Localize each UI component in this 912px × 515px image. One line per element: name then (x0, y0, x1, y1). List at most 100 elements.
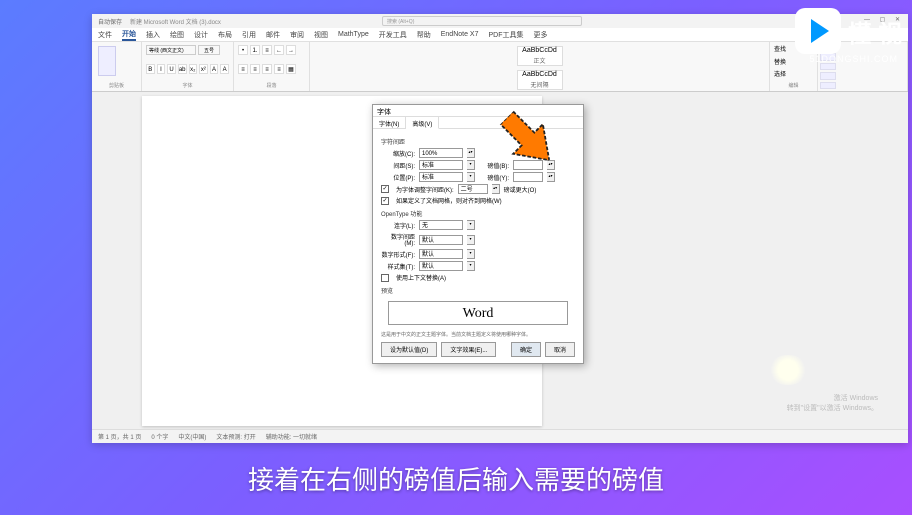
align-right-button[interactable]: ≡ (262, 64, 272, 74)
brand-text: 懂 视 (847, 14, 902, 49)
status-accessibility[interactable]: 辅助功能: 一切就绪 (266, 432, 317, 441)
styleset-dd[interactable]: ▾ (467, 261, 475, 271)
position-select[interactable]: 标准 (419, 172, 463, 182)
status-lang[interactable]: 中文(中国) (178, 432, 206, 441)
font-name-select[interactable]: 等线 (西文正文) (146, 45, 196, 55)
scale-input[interactable]: 100% (419, 148, 463, 158)
style-normal[interactable]: AaBbCcDd正文 (517, 46, 563, 66)
dialog-tab-advanced[interactable]: 高级(V) (406, 117, 439, 129)
tab-insert[interactable]: 插入 (146, 30, 160, 40)
cartoon-icon (768, 355, 808, 385)
dialog-title: 字体 (373, 105, 583, 117)
numspacing-select[interactable]: 默认 (419, 235, 463, 245)
position-label: 位置(P): (381, 173, 415, 182)
windows-watermark: 激活 Windows转到"设置"以激活 Windows。 (787, 393, 878, 413)
group-font: 等线 (西文正文) 五号 B I U ab x₂ x² A A 字体 (142, 42, 234, 91)
kerning-input[interactable]: 二号 (458, 184, 488, 194)
bullets-button[interactable]: • (238, 45, 248, 55)
ligature-label: 连字(L): (381, 221, 415, 230)
indent-dec-button[interactable]: ← (274, 45, 284, 55)
dialog-body: 字符间距 缩放(C): 100%▴▾ 间距(S): 标准▾ 磅值(B): ▴▾ … (373, 129, 583, 344)
tab-mathtype[interactable]: MathType (338, 31, 369, 38)
numspacing-dd[interactable]: ▾ (467, 235, 475, 245)
dialog-tab-font[interactable]: 字体(N) (373, 117, 406, 128)
preview-box: Word (388, 301, 568, 325)
titlebar: 自动保存 新建 Microsoft Word 文档 (3).docx 搜索 (A… (92, 14, 908, 28)
effects-button[interactable]: 文字效果(E)... (441, 342, 496, 357)
tab-more[interactable]: 更多 (534, 30, 548, 40)
kerning-spin[interactable]: ▴▾ (492, 184, 500, 194)
spacing-select[interactable]: 标准 (419, 160, 463, 170)
sub-button[interactable]: x₂ (189, 64, 198, 74)
paste-button[interactable] (98, 46, 116, 76)
preview-note: 这是用于中文的正文主题字体。当前文档主题定义将使用哪种字体。 (381, 331, 575, 338)
grid-checkbox[interactable] (381, 197, 389, 205)
align-center-button[interactable]: ≡ (250, 64, 260, 74)
tab-review[interactable]: 审阅 (290, 30, 304, 40)
indent-inc-button[interactable]: → (286, 45, 296, 55)
styleset-select[interactable]: 默认 (419, 261, 463, 271)
bold-button[interactable]: B (146, 64, 155, 74)
ligature-dd[interactable]: ▾ (467, 220, 475, 230)
position-dd[interactable]: ▾ (467, 172, 475, 182)
numform-select[interactable]: 默认 (419, 249, 463, 259)
ligature-select[interactable]: 无 (419, 220, 463, 230)
position-pt-spin[interactable]: ▴▾ (547, 172, 555, 182)
sup-button[interactable]: x² (199, 64, 208, 74)
color-button[interactable]: A (220, 64, 229, 74)
numform-dd[interactable]: ▾ (467, 249, 475, 259)
tab-layout[interactable]: 布局 (218, 30, 232, 40)
scale-spin[interactable]: ▴▾ (467, 148, 475, 158)
tab-dev[interactable]: 开发工具 (379, 30, 407, 40)
tab-view[interactable]: 视图 (314, 30, 328, 40)
group-styles: AaBbCcDd正文 AaBbCcDd无间隔 标题 1 标题 2 标题 样式 (310, 42, 770, 91)
status-page[interactable]: 第 1 页，共 1 页 (98, 432, 141, 441)
tab-endnote[interactable]: EndNote X7 (441, 31, 479, 38)
scale-label: 缩放(C): (381, 149, 415, 158)
grid-label: 如果定义了文档网格，则对齐到网格(W) (396, 196, 502, 205)
spacing-label: 间距(S): (381, 161, 415, 170)
dialog-buttons: 设为默认值(D) 文字效果(E)... 确定 取消 (373, 342, 583, 357)
autosave-toggle[interactable]: 自动保存 (98, 17, 122, 26)
tab-pdf[interactable]: PDF工具集 (489, 30, 524, 40)
highlight-button[interactable]: A (210, 64, 219, 74)
style-nospace[interactable]: AaBbCcDd无间隔 (517, 70, 563, 90)
status-words[interactable]: 0 个字 (151, 432, 168, 441)
tab-help[interactable]: 帮助 (417, 30, 431, 40)
editing-label: 编辑 (774, 82, 813, 89)
shading-button[interactable]: ▦ (286, 64, 296, 74)
cancel-button[interactable]: 取消 (545, 342, 575, 357)
align-left-button[interactable]: ≡ (238, 64, 248, 74)
ribbon: 剪贴板 等线 (西文正文) 五号 B I U ab x₂ x² A A 字体 •… (92, 42, 908, 92)
word-window: 自动保存 新建 Microsoft Word 文档 (3).docx 搜索 (A… (92, 14, 908, 443)
underline-button[interactable]: U (167, 64, 176, 74)
status-prediction[interactable]: 文本预测: 打开 (216, 432, 255, 441)
replace-button[interactable]: 替换 (774, 57, 813, 66)
ribbon-tabs: 文件 开始 插入 绘图 设计 布局 引用 邮件 审阅 视图 MathType 开… (92, 28, 908, 42)
kerning-checkbox[interactable] (381, 185, 389, 193)
tab-design[interactable]: 设计 (194, 30, 208, 40)
search-input[interactable]: 搜索 (Alt+Q) (382, 16, 582, 26)
tab-refs[interactable]: 引用 (242, 30, 256, 40)
italic-button[interactable]: I (157, 64, 166, 74)
tab-draw[interactable]: 绘图 (170, 30, 184, 40)
select-button[interactable]: 选择 (774, 69, 813, 78)
share-button[interactable] (820, 82, 836, 89)
translate-button[interactable] (820, 72, 836, 79)
tab-mail[interactable]: 邮件 (266, 30, 280, 40)
strike-button[interactable]: ab (178, 64, 187, 74)
numbering-button[interactable]: 1. (250, 45, 260, 55)
default-button[interactable]: 设为默认值(D) (381, 342, 437, 357)
ok-button[interactable]: 确定 (511, 342, 541, 357)
spacing-pt-spin[interactable]: ▴▾ (547, 160, 555, 170)
tab-home[interactable]: 开始 (122, 29, 136, 41)
spacing-dd[interactable]: ▾ (467, 160, 475, 170)
spacing-pt-label: 磅值(B): (479, 161, 509, 170)
para-label: 段落 (238, 82, 305, 89)
context-checkbox[interactable] (381, 274, 389, 282)
multilevel-button[interactable]: ≡ (262, 45, 272, 55)
tab-file[interactable]: 文件 (98, 30, 112, 40)
justify-button[interactable]: ≡ (274, 64, 284, 74)
font-size-select[interactable]: 五号 (198, 45, 220, 55)
kerning-unit: 磅或更大(O) (504, 185, 537, 194)
